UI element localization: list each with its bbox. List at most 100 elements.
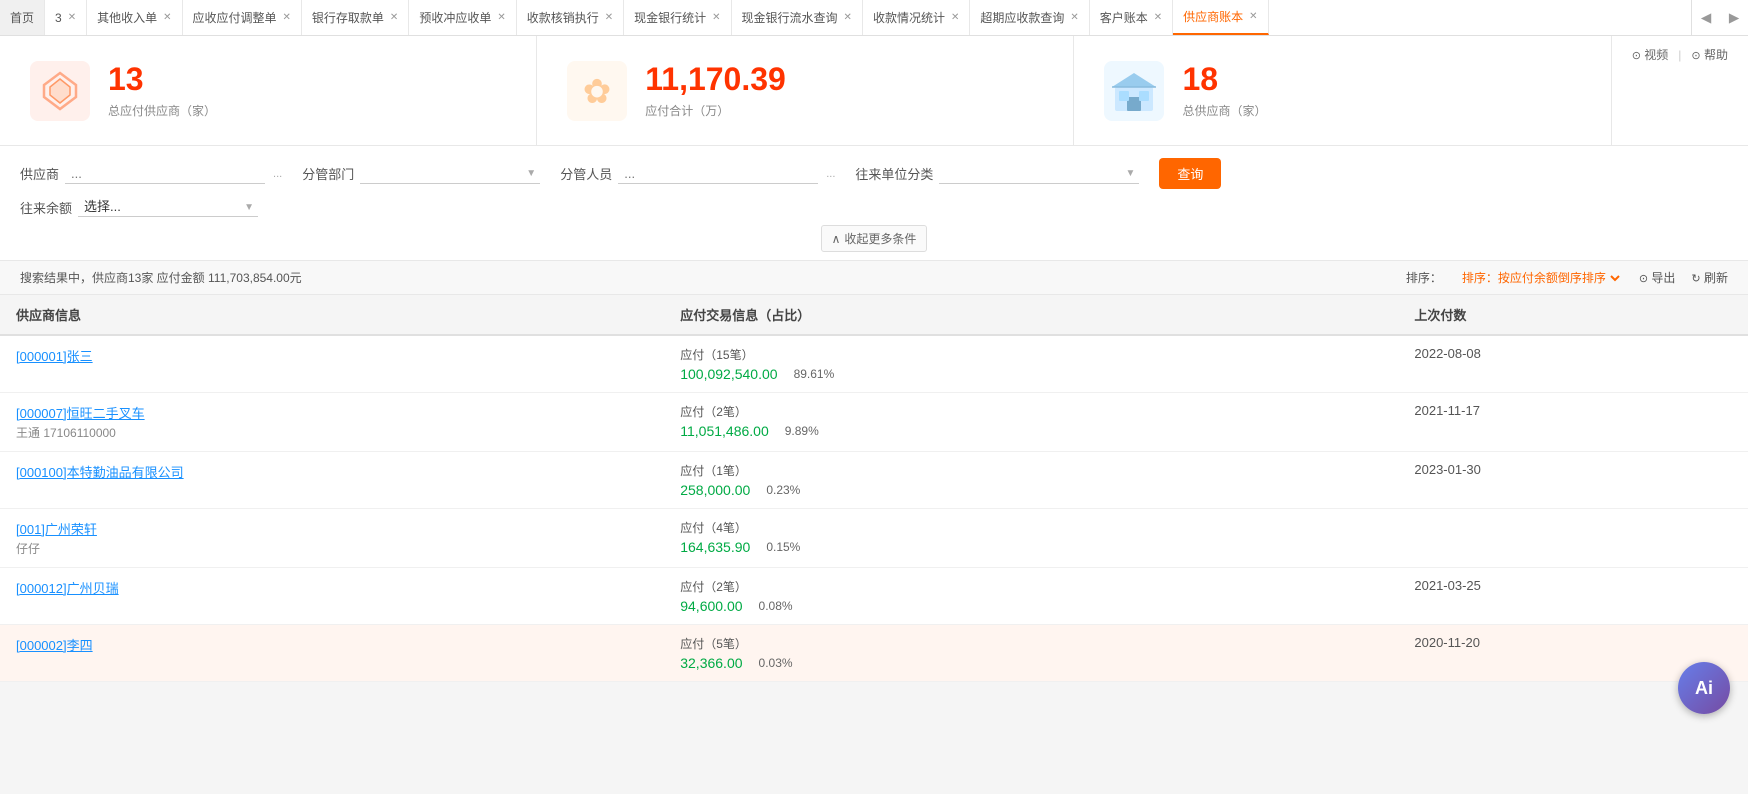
nav-tab-cash-stat[interactable]: 现金银行统计 ✕ (624, 0, 731, 35)
close-icon[interactable]: ✕ (712, 12, 720, 23)
transaction-pct: 89.61% (794, 367, 835, 381)
transaction-amount: 11,051,486.00 (680, 423, 769, 439)
transaction-amount: 100,092,540.00 (680, 366, 777, 382)
refresh-button[interactable]: ↻ 刷新 (1691, 269, 1728, 286)
last-payment-date: 2020-11-20 (1414, 635, 1480, 650)
unit-class-filter: 往来单位分类 ▼ (855, 164, 1139, 184)
nav-tab-home[interactable]: 首页 (0, 0, 45, 35)
nav-tab-adjust[interactable]: 应收应付调整单 ✕ (183, 0, 302, 35)
filter-bar: 供应商 ... 分管部门 ▼ 分管人员 ... 往来单位分类 (0, 146, 1748, 261)
transaction-info-cell: 应付（2笔） 94,600.00 0.08% (664, 568, 1398, 625)
unit-class-select[interactable] (939, 164, 1139, 184)
supplier-info-cell: [000007]恒旺二手叉车 王通 17106110000 (0, 393, 664, 452)
summary-bar: 13 总应付供应商（家） ✿ 11,170.39 应付合计（万） 1 (0, 36, 1748, 146)
dept-select[interactable] (360, 164, 540, 184)
supplier-link[interactable]: [000012]广州贝瑞 (16, 578, 648, 597)
transaction-pct: 0.23% (766, 483, 800, 497)
card-content-payable: 13 总应付供应商（家） (108, 62, 216, 118)
close-icon[interactable]: ✕ (497, 12, 505, 23)
transaction-info-cell: 应付（2笔） 11,051,486.00 9.89% (664, 393, 1398, 452)
close-icon[interactable]: ✕ (390, 12, 398, 23)
nav-tab-supplier-book[interactable]: 供应商账本 ✕ (1173, 0, 1268, 35)
nav-tab-3[interactable]: 3 ✕ (45, 0, 87, 35)
balance-select[interactable]: 选择... (78, 197, 258, 217)
transaction-pct: 0.15% (766, 540, 800, 554)
supplier-link[interactable]: [000001]张三 (16, 346, 648, 365)
total-amount-label: 应付合计（万） (645, 102, 786, 119)
table-row: [000007]恒旺二手叉车 王通 17106110000 应付（2笔） 11,… (0, 393, 1748, 452)
table-row: [000012]广州贝瑞 应付（2笔） 94,600.00 0.08% 2021… (0, 568, 1748, 625)
export-button[interactable]: ⊙ 导出 (1639, 269, 1676, 286)
transaction-info-cell: 应付（1笔） 258,000.00 0.23% (664, 452, 1398, 509)
supplier-info-cell: [000100]本特勤油品有限公司 (0, 452, 664, 509)
close-icon[interactable]: ✕ (605, 12, 613, 23)
filter-row-2: 往来余额 选择... ▼ (20, 197, 1728, 217)
balance-filter: 往来余额 选择... ▼ (20, 197, 258, 217)
nav-prev-button[interactable]: ◀ (1692, 0, 1720, 36)
transaction-label: 应付（5笔） (680, 635, 1382, 652)
transaction-info-cell: 应付（15笔） 100,092,540.00 89.61% (664, 335, 1398, 393)
result-bar-right: 排序： 排序：按应付余额倒序排序 ⊙ 导出 ↻ 刷新 (1406, 269, 1728, 286)
last-payment-date: 2021-03-25 (1414, 578, 1481, 593)
nav-tab-advance[interactable]: 预收冲应收单 ✕ (409, 0, 516, 35)
close-icon[interactable]: ✕ (283, 12, 291, 23)
shop-icon (1104, 61, 1164, 121)
close-icon[interactable]: ✕ (163, 12, 171, 23)
summary-card-payable-suppliers: 13 总应付供应商（家） (0, 36, 537, 145)
supplier-link[interactable]: [000100]本特勤油品有限公司 (16, 462, 648, 481)
close-icon[interactable]: ✕ (844, 12, 852, 23)
table-body: [000001]张三 应付（15笔） 100,092,540.00 89.61%… (0, 335, 1748, 682)
col-supplier-info: 供应商信息 (0, 295, 664, 335)
video-link[interactable]: ⊙ 视频 (1632, 46, 1669, 63)
nav-tab-customer-book[interactable]: 客户账本 ✕ (1090, 0, 1173, 35)
unit-class-label: 往来单位分类 (855, 164, 933, 183)
transaction-amount: 32,366.00 (680, 655, 742, 671)
card-content-amount: 11,170.39 应付合计（万） (645, 62, 786, 118)
supplier-link[interactable]: [001]广州荣轩 (16, 519, 648, 538)
help-link[interactable]: ⊙ 帮助 (1691, 46, 1728, 63)
table-header: 供应商信息 应付交易信息（占比） 上次付数 (0, 295, 1748, 335)
collapse-button[interactable]: ∧ 收起更多条件 (821, 225, 928, 252)
nav-tab-collection[interactable]: 收款核销执行 ✕ (517, 0, 624, 35)
person-input[interactable] (618, 164, 818, 184)
nav-tab-collection-stat[interactable]: 收款情况统计 ✕ (863, 0, 970, 35)
close-icon[interactable]: ✕ (951, 12, 959, 23)
transaction-label: 应付（4笔） (680, 519, 1382, 536)
supplier-info-cell: [000001]张三 (0, 335, 664, 393)
close-icon[interactable]: ✕ (1154, 12, 1162, 23)
close-icon[interactable]: ✕ (1249, 11, 1257, 22)
sort-select[interactable]: 排序：按应付余额倒序排序 (1458, 270, 1623, 286)
payable-suppliers-number: 13 (108, 62, 216, 97)
query-button[interactable]: 查询 (1159, 158, 1221, 189)
nav-tab-bank[interactable]: 银行存取款单 ✕ (302, 0, 409, 35)
total-suppliers-label: 总供应商（家） (1182, 102, 1266, 119)
table-row: [000100]本特勤油品有限公司 应付（1笔） 258,000.00 0.23… (0, 452, 1748, 509)
transaction-label: 应付（15笔） (680, 346, 1382, 363)
ai-float-button[interactable]: Ai (1678, 662, 1730, 714)
transaction-pct: 9.89% (785, 424, 819, 438)
supplier-input[interactable] (65, 164, 265, 184)
transaction-label: 应付（2笔） (680, 403, 1382, 420)
chevron-up-icon: ∧ (832, 232, 841, 246)
close-icon[interactable]: ✕ (68, 12, 76, 23)
transaction-amount: 258,000.00 (680, 482, 750, 498)
nav-tab-cash-flow[interactable]: 现金银行流水查询 ✕ (732, 0, 863, 35)
supplier-link[interactable]: [000002]李四 (16, 635, 648, 654)
last-payment-cell: 2022-08-08 (1398, 335, 1748, 393)
transaction-label: 应付（1笔） (680, 462, 1382, 479)
dept-select-wrap: ▼ (360, 164, 540, 184)
nav-next-button[interactable]: ▶ (1720, 0, 1748, 36)
close-icon[interactable]: ✕ (1070, 12, 1078, 23)
last-payment-cell: 2021-03-25 (1398, 568, 1748, 625)
supplier-info-cell: [000012]广州贝瑞 (0, 568, 664, 625)
nav-tab-overdue[interactable]: 超期应收款查询 ✕ (970, 0, 1089, 35)
supplier-link[interactable]: [000007]恒旺二手叉车 (16, 403, 648, 422)
supplier-sub-info: 仔仔 (16, 540, 648, 557)
person-dots: ... (826, 168, 835, 180)
nav-tab-other-income[interactable]: 其他收入单 ✕ (87, 0, 182, 35)
star-icon: ✿ (567, 61, 627, 121)
transaction-amount: 164,635.90 (680, 539, 750, 555)
transaction-pct: 0.08% (759, 599, 793, 613)
transaction-info-cell: 应付（5笔） 32,366.00 0.03% (664, 625, 1398, 682)
balance-label: 往来余额 (20, 198, 72, 217)
